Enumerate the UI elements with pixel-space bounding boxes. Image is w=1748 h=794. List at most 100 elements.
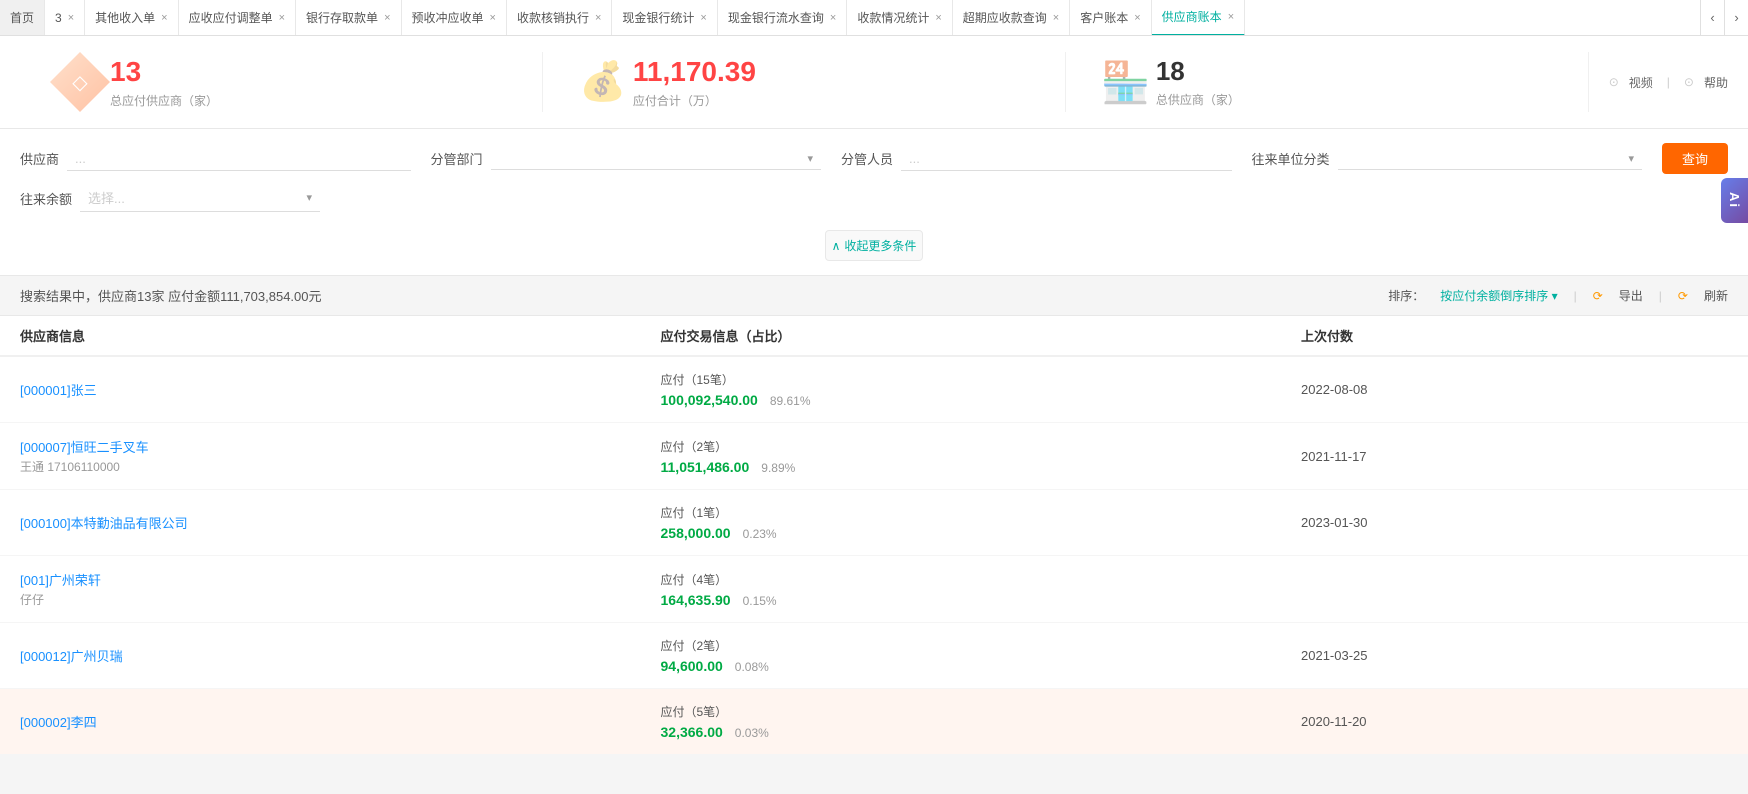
tx-amount[interactable]: 258,000.00: [661, 525, 731, 541]
supplier-cell: [000002]李四: [20, 712, 661, 731]
last-pay-date: 2021-03-25: [1301, 648, 1728, 663]
table-row: [000012]广州贝瑞 应付（2笔） 94,600.00 0.08% 2021-03-…: [0, 623, 1748, 689]
supplier-link[interactable]: [000002]李四: [20, 715, 97, 730]
last-pay-date: 2022-08-08: [1301, 382, 1728, 397]
supplier-link[interactable]: [001]广州荣轩: [20, 573, 101, 588]
nav-tab-supplier-account[interactable]: 供应商账本×: [1152, 0, 1245, 36]
total-suppliers-number: 18: [1156, 56, 1558, 87]
nav-tab-cash-bank-flow[interactable]: 现金银行流水查询×: [718, 0, 847, 36]
tx-amount[interactable]: 32,366.00: [661, 724, 723, 740]
table-section: 供应商信息 应付交易信息（占比） 上次付数 [000001]张三应付（15笔）1…: [0, 316, 1748, 755]
nav-next-arrow[interactable]: ›: [1724, 0, 1748, 36]
close-tab-tab3[interactable]: ×: [68, 12, 74, 24]
close-tab-bank-deposit[interactable]: ×: [384, 12, 390, 24]
nav-prev-arrow[interactable]: ‹: [1700, 0, 1724, 36]
close-tab-overdue-collect[interactable]: ×: [1053, 12, 1059, 24]
sort-chevron-icon: ▾: [1552, 289, 1558, 303]
tx-amount[interactable]: 11,051,486.00: [661, 459, 750, 475]
collapse-bar[interactable]: ∧ 收起更多条件: [825, 230, 924, 261]
supplier-link[interactable]: [000001]张三: [20, 383, 97, 398]
close-tab-other-income[interactable]: ×: [161, 12, 167, 24]
tx-amount[interactable]: 94,600.00: [661, 658, 723, 674]
top-right-actions: ⊙ 视频 | ⊙ 帮助: [1609, 74, 1728, 91]
supplier-link[interactable]: [000100]本特勤油品有限公司: [20, 516, 188, 531]
tx-cell: 应付（15笔）100,092,540.0089.61%: [661, 371, 1302, 408]
video-link[interactable]: 视频: [1629, 74, 1653, 91]
search-button[interactable]: 查询: [1662, 143, 1728, 174]
tx-percent: 0.08%: [735, 660, 769, 674]
last-pay-date: 2023-01-30: [1301, 515, 1728, 530]
tx-percent: 89.61%: [770, 394, 811, 408]
tx-percent: 0.15%: [743, 594, 777, 608]
circle-icon: ⊙: [1609, 75, 1619, 89]
last-pay-date: 2020-11-20: [1301, 714, 1728, 729]
tx-cell: 应付（2笔） 94,600.00 0.08%: [661, 637, 1302, 674]
nav-tab-bank-deposit[interactable]: 银行存取款单×: [296, 0, 401, 36]
nav-tab-home[interactable]: 首页: [0, 0, 45, 36]
col-header-lastpay: 上次付数: [1301, 326, 1728, 345]
ai-button[interactable]: Ai: [1721, 178, 1748, 223]
summary-card-amount: 💰 11,170.39 应付合计（万）: [543, 52, 1066, 112]
nav-tab-customer-account[interactable]: 客户账本×: [1070, 0, 1151, 36]
export-button[interactable]: 导出: [1619, 287, 1643, 304]
top-navigation: 首页3×其他收入单×应收应付调整单×银行存取款单×预收冲应收单×收款核销执行×现…: [0, 0, 1748, 36]
supplier-cell: [000100]本特勤油品有限公司: [20, 513, 661, 532]
nav-tab-cash-bank-stat[interactable]: 现金银行统计×: [612, 0, 717, 36]
table-row: [000002]李四应付（5笔）32,366.000.03%2020-11-20: [0, 689, 1748, 755]
close-tab-collect-verify[interactable]: ×: [595, 12, 601, 24]
total-suppliers-label: 总供应商（家）: [1156, 91, 1558, 108]
tx-label: 应付（2笔）: [661, 637, 1302, 654]
person-input[interactable]: [901, 147, 1231, 171]
collapse-label: 收起更多条件: [844, 237, 916, 254]
tx-amount[interactable]: 100,092,540.00: [661, 392, 758, 408]
balance-select-text: 选择...: [88, 188, 125, 207]
filter-row-1: 供应商 分管部门 ▾ 分管人员 往来单位分类 ▾: [20, 143, 1728, 174]
nav-tab-collect-verify[interactable]: 收款核销执行×: [507, 0, 612, 36]
supplier-cell: [000007]恒旺二手叉车王通 17106110000: [20, 437, 661, 475]
dept-select[interactable]: ▾: [491, 148, 821, 170]
nav-tab-tab3[interactable]: 3×: [45, 0, 85, 36]
nav-arrows: ‹ ›: [1700, 0, 1748, 36]
help-link[interactable]: 帮助: [1704, 74, 1728, 91]
circle-icon2: ⊙: [1684, 75, 1694, 89]
refresh-icon: ⟳: [1678, 289, 1688, 303]
supplier-link[interactable]: [000007]恒旺二手叉车: [20, 440, 149, 455]
sort-select[interactable]: 按应付余额倒序排序 ▾: [1440, 287, 1557, 304]
close-tab-ap-adjust[interactable]: ×: [279, 12, 285, 24]
chevron-up-icon: ∧: [832, 239, 841, 253]
tx-cell: 应付（5笔）32,366.000.03%: [661, 703, 1302, 740]
balance-label: 往来余额: [20, 189, 72, 208]
supplier-cell: [001]广州荣轩仔仔: [20, 570, 661, 608]
refresh-button[interactable]: 刷新: [1704, 287, 1728, 304]
summary-card-total-suppliers: 🏪 18 总供应商（家）: [1066, 52, 1589, 112]
close-tab-supplier-account[interactable]: ×: [1228, 11, 1234, 23]
nav-tab-collect-stat[interactable]: 收款情况统计×: [847, 0, 952, 36]
summary-card2-content: 11,170.39 应付合计（万）: [633, 55, 1035, 110]
close-tab-cash-bank-flow[interactable]: ×: [830, 12, 836, 24]
balance-chevron-icon: ▾: [306, 191, 312, 204]
close-tab-cash-bank-stat[interactable]: ×: [700, 12, 706, 24]
tx-label: 应付（4笔）: [661, 571, 1302, 588]
nav-tab-other-income[interactable]: 其他收入单×: [85, 0, 178, 36]
dept-label: 分管部门: [431, 149, 483, 168]
tx-percent: 0.03%: [735, 726, 769, 740]
supplier-input[interactable]: [67, 147, 410, 171]
last-pay-date: 2021-11-17: [1301, 449, 1728, 464]
balance-select[interactable]: 选择... ▾: [80, 184, 320, 212]
nav-tab-advance-collect[interactable]: 预收冲应收单×: [402, 0, 507, 36]
summary-card-suppliers: ◇ 13 总应付供应商（家）: [20, 52, 543, 112]
nav-tab-ap-adjust[interactable]: 应收应付调整单×: [179, 0, 296, 36]
tx-amount[interactable]: 164,635.90: [661, 592, 731, 608]
supplier-link[interactable]: [000012]广州贝瑞: [20, 649, 123, 664]
summary-section: ◇ 13 总应付供应商（家） 💰 11,170.39 应付合计（万） 🏪 18 …: [0, 36, 1748, 129]
person-label: 分管人员: [841, 149, 893, 168]
table-row: [001]广州荣轩仔仔应付（4笔） 164,635.90 0.15%: [0, 556, 1748, 623]
tx-label: 应付（1笔）: [661, 504, 1302, 521]
category-select[interactable]: ▾: [1338, 148, 1642, 170]
nav-tab-overdue-collect[interactable]: 超期应收款查询×: [953, 0, 1070, 36]
coin-icon: 💰: [573, 52, 633, 112]
close-tab-advance-collect[interactable]: ×: [490, 12, 496, 24]
close-tab-collect-stat[interactable]: ×: [935, 12, 941, 24]
tx-cell: 应付（4笔） 164,635.90 0.15%: [661, 571, 1302, 608]
close-tab-customer-account[interactable]: ×: [1134, 12, 1140, 24]
